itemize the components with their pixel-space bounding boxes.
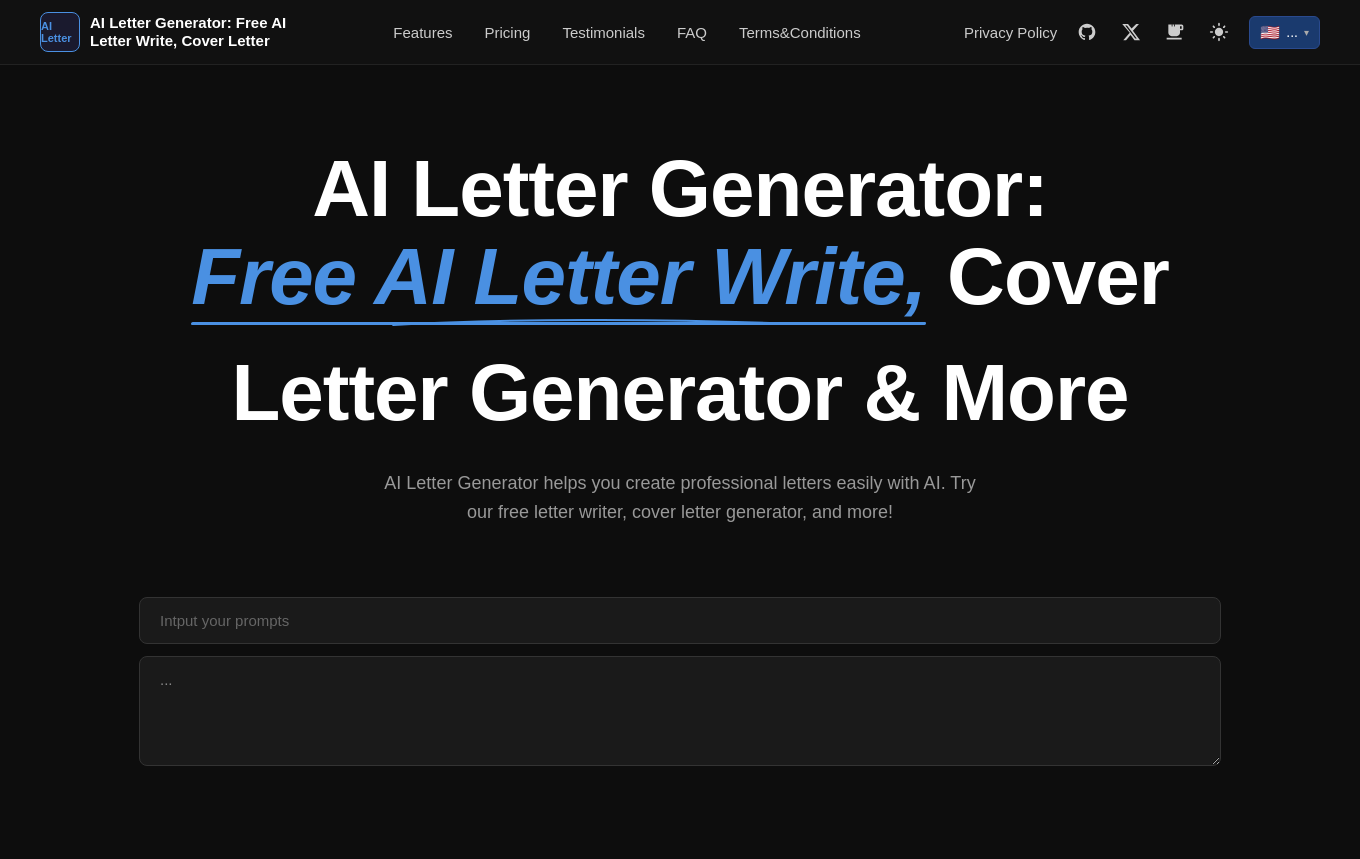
- nav-right: Privacy Policy 🇺🇸 ... ▾: [964, 16, 1320, 49]
- swoosh-decoration: [181, 317, 989, 329]
- theme-toggle-icon[interactable]: [1205, 18, 1233, 46]
- hero-title-line1: AI Letter Generator:: [312, 144, 1048, 233]
- lang-flag: 🇺🇸: [1260, 23, 1280, 42]
- nav-privacy-policy[interactable]: Privacy Policy: [964, 24, 1057, 41]
- hero-title-line2: Free AI Letter Write, Cover: [191, 233, 1169, 321]
- input-section: ...: [0, 567, 1360, 766]
- hero-title-cover: Cover: [947, 232, 1169, 321]
- brand-logo: AI Letter: [40, 12, 80, 52]
- nav-link-terms[interactable]: Terms&Conditions: [739, 24, 861, 41]
- nav-link-pricing[interactable]: Pricing: [485, 24, 531, 41]
- twitter-x-icon[interactable]: [1117, 18, 1145, 46]
- nav-link-testimonials[interactable]: Testimonials: [562, 24, 645, 41]
- github-icon[interactable]: [1073, 18, 1101, 46]
- nav-link-faq[interactable]: FAQ: [677, 24, 707, 41]
- language-selector[interactable]: 🇺🇸 ... ▾: [1249, 16, 1320, 49]
- logo-text: AI Letter: [41, 20, 79, 44]
- nav-link-features[interactable]: Features: [393, 24, 452, 41]
- coffee-icon[interactable]: [1161, 18, 1189, 46]
- hero-title-line3: Letter Generator & More: [231, 348, 1128, 437]
- hero-title-blue: Free AI Letter Write,: [191, 233, 926, 321]
- output-textarea[interactable]: ...: [139, 656, 1221, 766]
- prompt-input[interactable]: [139, 597, 1221, 644]
- nav-links: Features Pricing Testimonials FAQ Terms&…: [393, 24, 860, 41]
- brand-title: AI Letter Generator: Free AI Letter Writ…: [90, 14, 290, 50]
- nav-brand: AI Letter AI Letter Generator: Free AI L…: [40, 12, 290, 52]
- chevron-down-icon: ▾: [1304, 27, 1309, 38]
- hero-subtitle: AI Letter Generator helps you create pro…: [380, 469, 980, 527]
- lang-code: ...: [1286, 24, 1298, 40]
- hero-section: AI Letter Generator: Free AI Letter Writ…: [0, 65, 1360, 567]
- navbar: AI Letter AI Letter Generator: Free AI L…: [0, 0, 1360, 65]
- hero-title: AI Letter Generator: Free AI Letter Writ…: [191, 145, 1169, 437]
